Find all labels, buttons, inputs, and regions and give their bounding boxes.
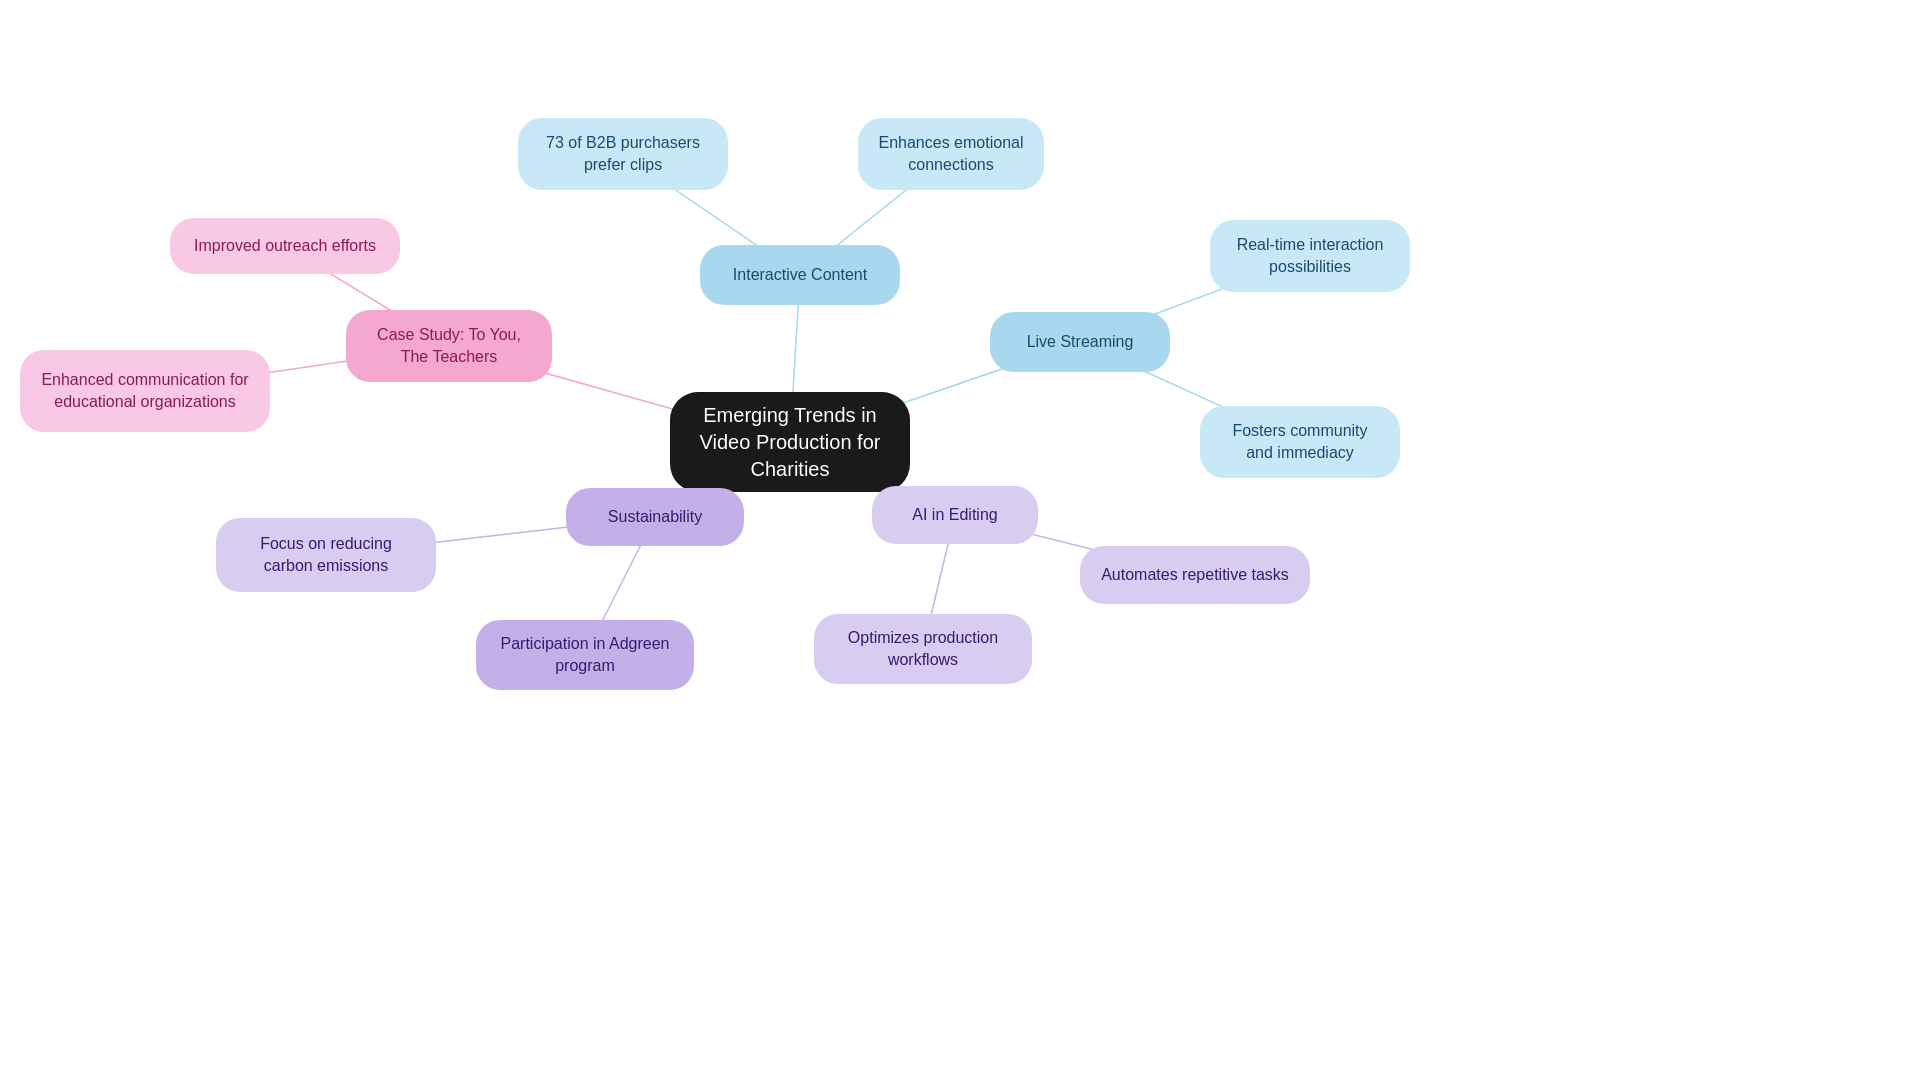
interactive-content-node: Interactive Content: [700, 245, 900, 305]
live-streaming-node: Live Streaming: [990, 312, 1170, 372]
automates-node: Automates repetitive tasks: [1080, 546, 1310, 604]
fosters-node: Fosters community and immediacy: [1200, 406, 1400, 478]
case-study-node: Case Study: To You, The Teachers: [346, 310, 552, 382]
b2b-node: 73 of B2B purchasers prefer clips: [518, 118, 728, 190]
adgreen-node: Participation in Adgreen program: [476, 620, 694, 690]
optimizes-node: Optimizes production workflows: [814, 614, 1032, 684]
ai-editing-node: AI in Editing: [872, 486, 1038, 544]
improved-outreach-node: Improved outreach efforts: [170, 218, 400, 274]
sustainability-node: Sustainability: [566, 488, 744, 546]
enhanced-comm-node: Enhanced communication for educational o…: [20, 350, 270, 432]
real-time-node: Real-time interaction possibilities: [1210, 220, 1410, 292]
carbon-node: Focus on reducing carbon emissions: [216, 518, 436, 592]
emotional-node: Enhances emotional connections: [858, 118, 1044, 190]
center-node: Emerging Trends in Video Production for …: [670, 392, 910, 492]
